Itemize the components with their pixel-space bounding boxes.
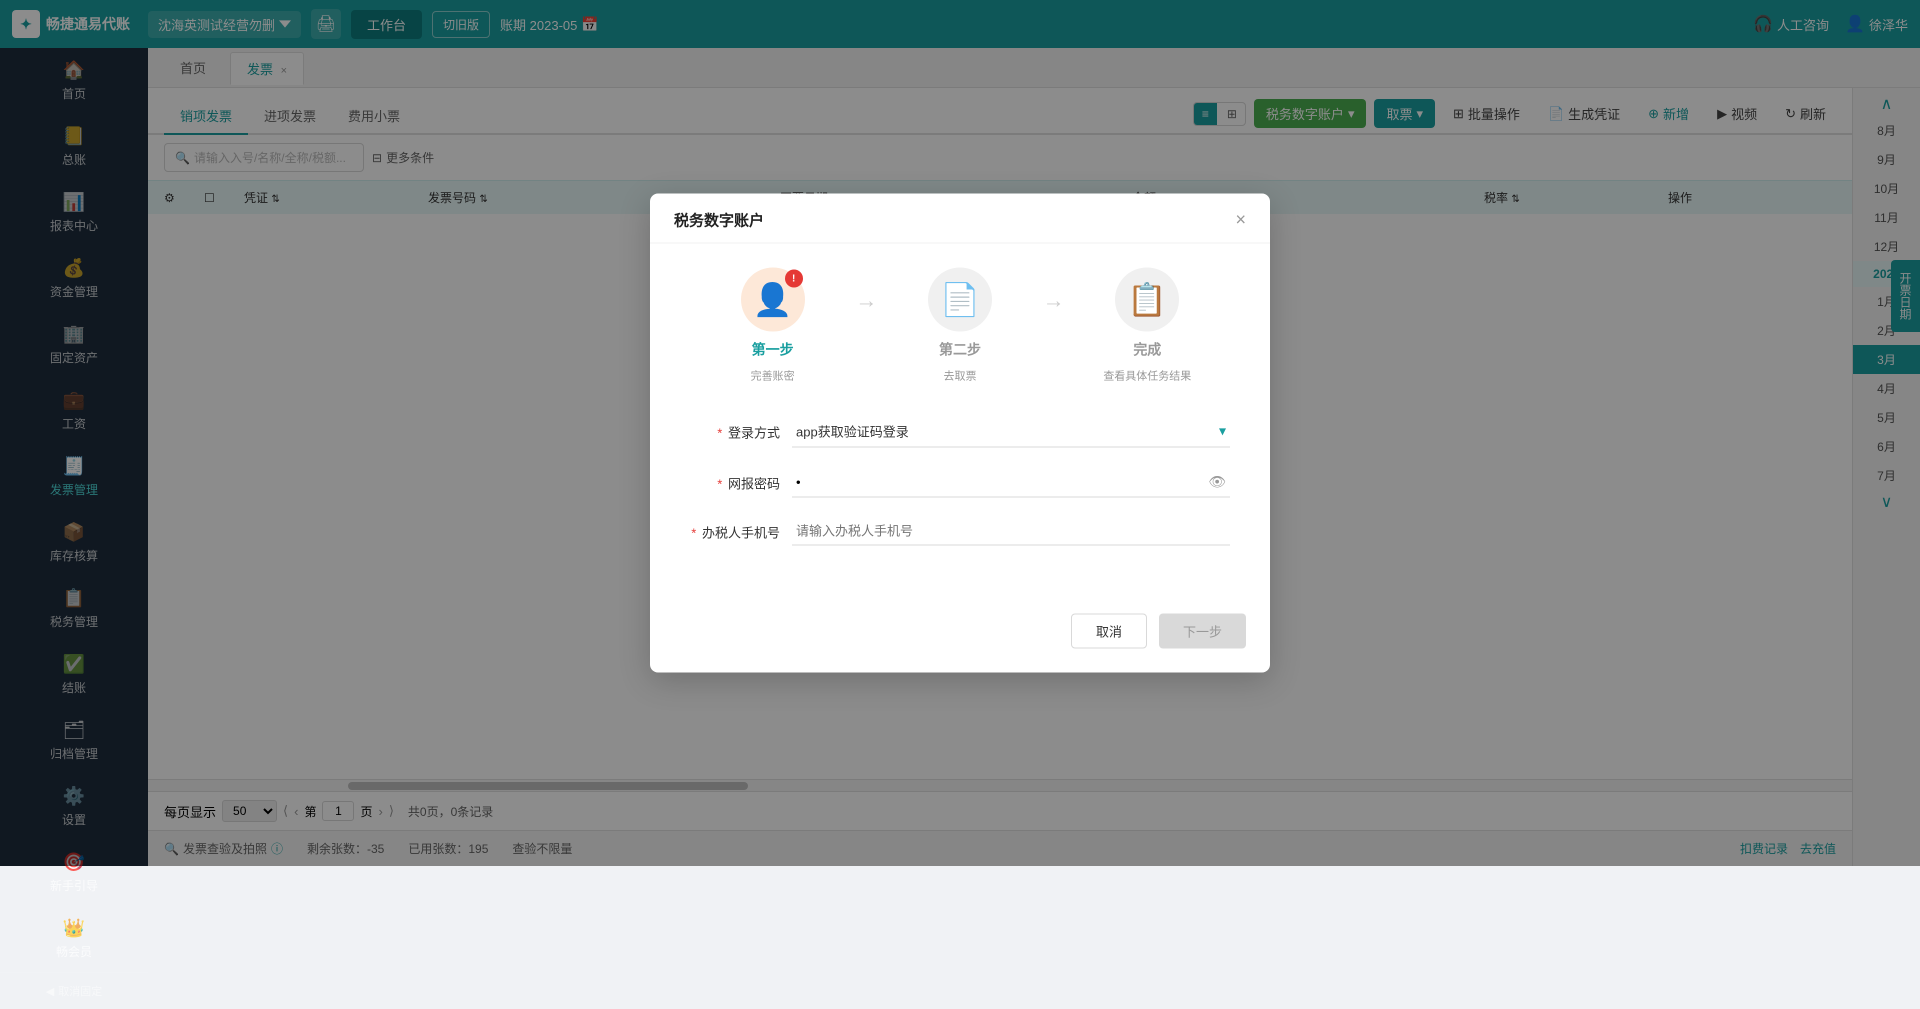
step3-title: 完成 bbox=[1133, 340, 1161, 360]
sidebar-item-member[interactable]: 👑 畅会员 bbox=[0, 906, 148, 972]
step3-desc: 查看具体任务结果 bbox=[1103, 368, 1191, 384]
step2-document-icon: 📄 bbox=[940, 281, 980, 319]
phone-input[interactable] bbox=[792, 518, 1230, 546]
password-input[interactable] bbox=[796, 475, 1208, 490]
cancel-fix-button[interactable]: ◀ 取消固定 bbox=[0, 983, 148, 999]
step2-icon-wrap: 📄 bbox=[928, 268, 992, 332]
step-3: 📋 完成 查看具体任务结果 bbox=[1065, 268, 1230, 384]
login-method-select[interactable]: app获取验证码登录 ▾ bbox=[792, 416, 1230, 448]
cancel-button[interactable]: 取消 bbox=[1071, 614, 1147, 649]
member-icon: 👑 bbox=[63, 918, 85, 939]
modal-header: 税务数字账户 × bbox=[650, 194, 1270, 244]
step-arrow-1: → bbox=[855, 288, 877, 314]
phone-row: * 办税人手机号 bbox=[690, 518, 1230, 546]
step1-person-icon: 👤 bbox=[753, 281, 793, 319]
step1-title: 第一步 bbox=[752, 340, 794, 360]
step-2: 📄 第二步 去取票 bbox=[877, 268, 1042, 384]
eye-icon[interactable]: 👁 bbox=[1208, 474, 1226, 491]
modal-close-button[interactable]: × bbox=[1235, 210, 1246, 231]
step-arrow-2: → bbox=[1043, 288, 1065, 314]
password-label: * 网报密码 bbox=[690, 473, 780, 492]
tax-digital-modal: 税务数字账户 × 👤 ! 第一步 完善账密 → 📄 第二步 bbox=[650, 194, 1270, 673]
required-mark3: * bbox=[691, 525, 696, 540]
login-method-value: app获取验证码登录 bbox=[796, 422, 909, 441]
modal-title: 税务数字账户 bbox=[674, 210, 764, 231]
modal-body: 👤 ! 第一步 完善账密 → 📄 第二步 去取票 → � bbox=[650, 244, 1270, 590]
phone-label: * 办税人手机号 bbox=[690, 522, 780, 541]
modal-footer: 取消 下一步 bbox=[650, 614, 1270, 649]
step2-desc: 去取票 bbox=[943, 368, 976, 384]
step3-clipboard-icon: 📋 bbox=[1127, 281, 1167, 319]
step1-badge: ! bbox=[785, 270, 803, 288]
step-1: 👤 ! 第一步 完善账密 bbox=[690, 268, 855, 384]
password-row: * 网报密码 👁 bbox=[690, 468, 1230, 498]
sidebar-item-label: 新手引导 bbox=[50, 877, 98, 894]
step1-desc: 完善账密 bbox=[751, 368, 795, 384]
step2-title: 第二步 bbox=[939, 340, 981, 360]
login-method-row: * 登录方式 app获取验证码登录 ▾ bbox=[690, 416, 1230, 448]
password-input-wrap: 👁 bbox=[792, 468, 1230, 498]
steps: 👤 ! 第一步 完善账密 → 📄 第二步 去取票 → � bbox=[690, 268, 1230, 384]
sidebar-item-label: 畅会员 bbox=[56, 943, 92, 960]
next-button[interactable]: 下一步 bbox=[1159, 614, 1246, 649]
sidebar-bottom: ◀ 取消固定 bbox=[0, 972, 148, 1009]
login-method-label: * 登录方式 bbox=[690, 422, 780, 441]
required-mark2: * bbox=[717, 476, 722, 491]
step1-icon-wrap: 👤 ! bbox=[741, 268, 805, 332]
required-mark: * bbox=[717, 425, 722, 440]
login-method-dropdown-icon: ▾ bbox=[1219, 423, 1226, 440]
step3-icon-wrap: 📋 bbox=[1115, 268, 1179, 332]
